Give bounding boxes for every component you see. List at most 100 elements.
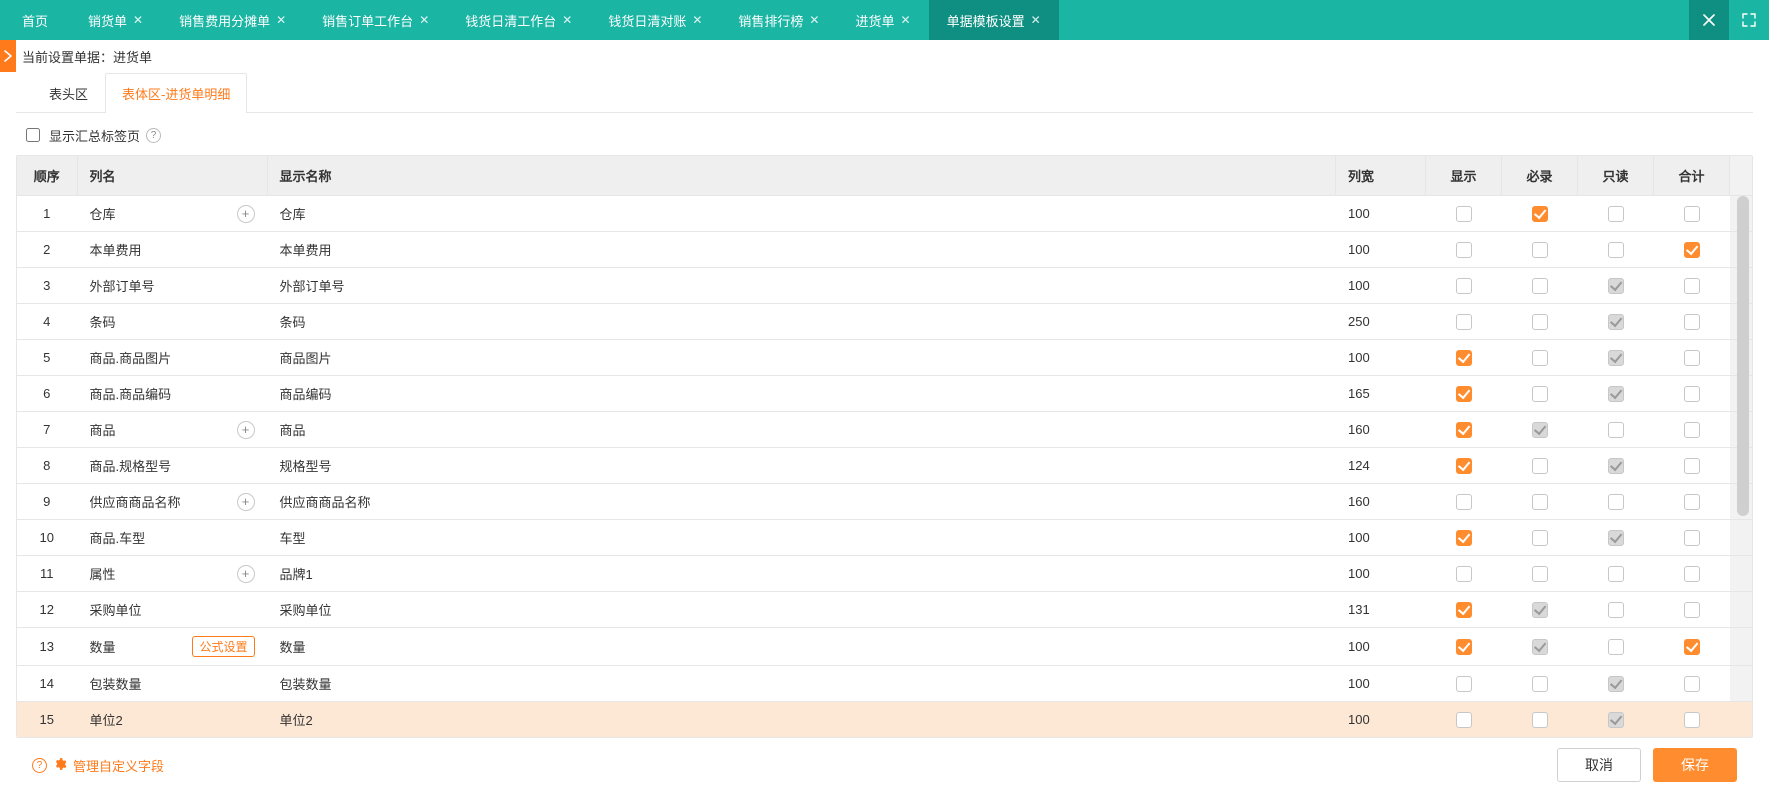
table-row[interactable]: 9供应商商品名称+供应商商品名称160 bbox=[17, 484, 1752, 520]
checkbox[interactable] bbox=[1456, 386, 1472, 402]
checkbox[interactable] bbox=[1684, 458, 1700, 474]
cell-width[interactable]: 100 bbox=[1336, 520, 1426, 556]
cell-display[interactable]: 包装数量 bbox=[267, 666, 1336, 702]
close-icon[interactable]: ✕ bbox=[901, 13, 911, 27]
checkbox[interactable] bbox=[1532, 314, 1548, 330]
cell-width[interactable]: 100 bbox=[1336, 196, 1426, 232]
tab-home[interactable]: 首页 bbox=[0, 0, 70, 40]
close-icon[interactable]: ✕ bbox=[419, 13, 429, 27]
checkbox[interactable] bbox=[1532, 278, 1548, 294]
checkbox[interactable] bbox=[1608, 422, 1624, 438]
table-row[interactable]: 12采购单位采购单位131 bbox=[17, 592, 1752, 628]
table-row[interactable]: 7商品+商品160 bbox=[17, 412, 1752, 448]
table-row[interactable]: 4条码条码250 bbox=[17, 304, 1752, 340]
cell-width[interactable]: 160 bbox=[1336, 484, 1426, 520]
cell-width[interactable]: 131 bbox=[1336, 592, 1426, 628]
checkbox[interactable] bbox=[1456, 566, 1472, 582]
checkbox[interactable] bbox=[1684, 242, 1700, 258]
cell-width[interactable]: 100 bbox=[1336, 232, 1426, 268]
checkbox[interactable] bbox=[1608, 602, 1624, 618]
close-icon[interactable]: ✕ bbox=[276, 13, 286, 27]
add-icon[interactable]: + bbox=[237, 493, 255, 511]
checkbox[interactable] bbox=[1608, 242, 1624, 258]
th-show[interactable]: 显示 bbox=[1426, 156, 1502, 196]
checkbox[interactable] bbox=[1532, 712, 1548, 728]
tab-6[interactable]: 进货单✕ bbox=[837, 0, 928, 40]
table-row[interactable]: 8商品.规格型号规格型号124 bbox=[17, 448, 1752, 484]
help-icon[interactable]: ? bbox=[146, 128, 161, 143]
checkbox[interactable] bbox=[1684, 676, 1700, 692]
close-icon[interactable]: ✕ bbox=[692, 13, 702, 27]
cell-display[interactable]: 品牌1 bbox=[267, 556, 1336, 592]
checkbox[interactable] bbox=[1532, 206, 1548, 222]
checkbox[interactable] bbox=[1532, 494, 1548, 510]
checkbox[interactable] bbox=[1456, 494, 1472, 510]
cell-display[interactable]: 规格型号 bbox=[267, 448, 1336, 484]
close-icon[interactable]: ✕ bbox=[809, 13, 819, 27]
help-icon[interactable]: ? bbox=[32, 758, 47, 773]
tab-5[interactable]: 销售排行榜✕ bbox=[720, 0, 837, 40]
tab-0[interactable]: 销货单✕ bbox=[70, 0, 161, 40]
checkbox[interactable] bbox=[1684, 386, 1700, 402]
show-summary-checkbox[interactable] bbox=[26, 128, 40, 142]
checkbox[interactable] bbox=[1684, 639, 1700, 655]
table-row[interactable]: 11属性+品牌1100 bbox=[17, 556, 1752, 592]
cell-width[interactable]: 100 bbox=[1336, 340, 1426, 376]
close-icon[interactable]: ✕ bbox=[562, 13, 572, 27]
cell-display[interactable]: 商品编码 bbox=[267, 376, 1336, 412]
checkbox[interactable] bbox=[1684, 566, 1700, 582]
table-row[interactable]: 6商品.商品编码商品编码165 bbox=[17, 376, 1752, 412]
cell-display[interactable]: 条码 bbox=[267, 304, 1336, 340]
checkbox[interactable] bbox=[1684, 530, 1700, 546]
cell-display[interactable]: 商品图片 bbox=[267, 340, 1336, 376]
checkbox[interactable] bbox=[1608, 566, 1624, 582]
table-row[interactable]: 3外部订单号外部订单号100 bbox=[17, 268, 1752, 304]
th-width[interactable]: 列宽 bbox=[1336, 156, 1426, 196]
cell-display[interactable]: 仓库 bbox=[267, 196, 1336, 232]
cell-display[interactable]: 商品 bbox=[267, 412, 1336, 448]
checkbox[interactable] bbox=[1684, 494, 1700, 510]
cell-width[interactable]: 100 bbox=[1336, 268, 1426, 304]
cell-display[interactable]: 数量 bbox=[267, 628, 1336, 666]
checkbox[interactable] bbox=[1684, 602, 1700, 618]
fullscreen-button[interactable] bbox=[1729, 0, 1769, 40]
checkbox[interactable] bbox=[1608, 639, 1624, 655]
checkbox[interactable] bbox=[1532, 458, 1548, 474]
checkbox[interactable] bbox=[1456, 676, 1472, 692]
cell-display[interactable]: 车型 bbox=[267, 520, 1336, 556]
cell-display[interactable]: 本单费用 bbox=[267, 232, 1336, 268]
checkbox[interactable] bbox=[1684, 350, 1700, 366]
table-row[interactable]: 5商品.商品图片商品图片100 bbox=[17, 340, 1752, 376]
table-row[interactable]: 14包装数量包装数量100 bbox=[17, 666, 1752, 702]
tab-7[interactable]: 单据模板设置✕ bbox=[929, 0, 1059, 40]
breadcrumb-expand-toggle[interactable] bbox=[0, 40, 16, 72]
cancel-button[interactable]: 取消 bbox=[1557, 748, 1641, 782]
inner-tab-0[interactable]: 表头区 bbox=[32, 73, 105, 113]
cell-display[interactable]: 供应商商品名称 bbox=[267, 484, 1336, 520]
cell-width[interactable]: 250 bbox=[1336, 304, 1426, 340]
checkbox[interactable] bbox=[1456, 350, 1472, 366]
checkbox[interactable] bbox=[1532, 386, 1548, 402]
cell-display[interactable]: 外部订单号 bbox=[267, 268, 1336, 304]
checkbox[interactable] bbox=[1456, 242, 1472, 258]
close-icon[interactable]: ✕ bbox=[133, 13, 143, 27]
checkbox[interactable] bbox=[1532, 242, 1548, 258]
th-name[interactable]: 列名 bbox=[77, 156, 267, 196]
table-row[interactable]: 13数量公式设置数量100 bbox=[17, 628, 1752, 666]
table-row[interactable]: 1仓库+仓库100 bbox=[17, 196, 1752, 232]
cell-display[interactable]: 采购单位 bbox=[267, 592, 1336, 628]
th-display[interactable]: 显示名称 bbox=[267, 156, 1336, 196]
checkbox[interactable] bbox=[1456, 458, 1472, 474]
checkbox[interactable] bbox=[1456, 278, 1472, 294]
checkbox[interactable] bbox=[1608, 206, 1624, 222]
checkbox[interactable] bbox=[1684, 206, 1700, 222]
checkbox[interactable] bbox=[1456, 314, 1472, 330]
cell-width[interactable]: 124 bbox=[1336, 448, 1426, 484]
th-required[interactable]: 必录 bbox=[1502, 156, 1578, 196]
cell-width[interactable]: 100 bbox=[1336, 666, 1426, 702]
vertical-scrollbar-thumb[interactable] bbox=[1737, 196, 1749, 516]
checkbox[interactable] bbox=[1532, 566, 1548, 582]
cell-width[interactable]: 100 bbox=[1336, 702, 1426, 738]
formula-settings-button[interactable]: 公式设置 bbox=[192, 636, 254, 657]
close-tabs-button[interactable] bbox=[1689, 0, 1729, 40]
